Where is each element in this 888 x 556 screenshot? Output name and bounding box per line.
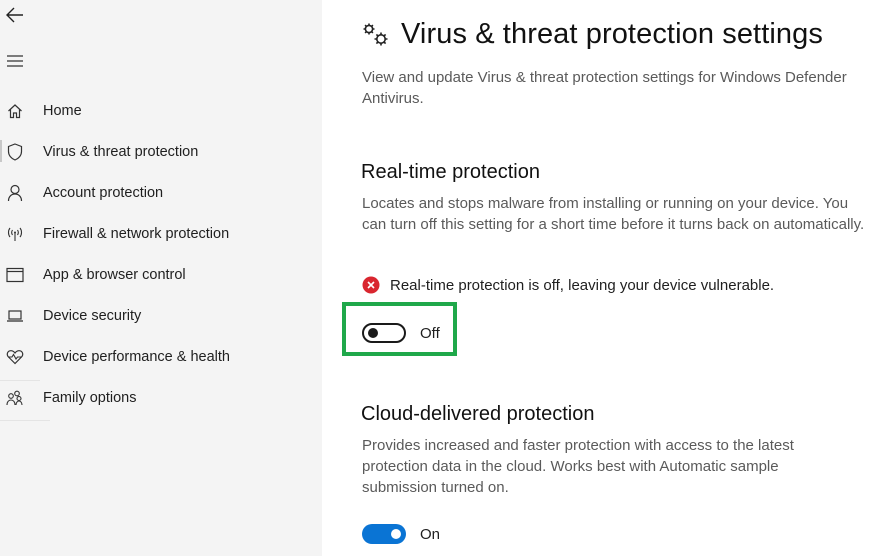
sidebar-item-label: Account protection bbox=[43, 184, 164, 201]
realtime-protection-heading: Real-time protection bbox=[361, 161, 540, 183]
sidebar: Home Virus & threat protection Account p… bbox=[0, 0, 322, 556]
sidebar-item-label: Family options bbox=[43, 389, 137, 406]
toggle-state-label: On bbox=[420, 525, 441, 543]
realtime-warning: Real-time protection is off, leaving you… bbox=[362, 276, 774, 294]
sidebar-item-label: Home bbox=[43, 102, 82, 119]
family-icon bbox=[5, 388, 25, 408]
gears-icon bbox=[363, 23, 388, 45]
page-description: View and update Virus & threat protectio… bbox=[362, 69, 847, 107]
sidebar-item-label: Device performance & health bbox=[43, 348, 230, 365]
toggle-switch-on[interactable] bbox=[362, 524, 406, 544]
sidebar-item-account-protection[interactable]: Account protection bbox=[0, 172, 322, 213]
sidebar-item-label: Virus & threat protection bbox=[43, 143, 199, 160]
sidebar-item-home[interactable]: Home bbox=[0, 90, 322, 131]
sidebar-item-family-options[interactable]: Family options bbox=[0, 377, 322, 418]
heart-pulse-icon bbox=[5, 347, 25, 367]
sidebar-item-device-security[interactable]: Device security bbox=[0, 295, 322, 336]
browser-window-icon bbox=[5, 265, 25, 285]
cloud-protection-description: Provides increased and faster protection… bbox=[362, 437, 794, 496]
page-title: Virus & threat protection settings bbox=[401, 18, 823, 50]
sidebar-item-device-performance-health[interactable]: Device performance & health bbox=[0, 336, 322, 377]
toggle-knob bbox=[391, 529, 401, 539]
home-icon bbox=[5, 101, 25, 121]
sidebar-item-label: Device security bbox=[43, 307, 142, 324]
sidebar-item-label: Firewall & network protection bbox=[43, 225, 230, 242]
toggle-state-label: Off bbox=[420, 324, 440, 342]
back-button[interactable] bbox=[4, 4, 26, 26]
realtime-warning-text: Real-time protection is off, leaving you… bbox=[390, 276, 775, 294]
main-content: Virus & threat protection settings View … bbox=[322, 0, 888, 556]
person-icon bbox=[5, 183, 25, 203]
sidebar-item-virus-threat-protection[interactable]: Virus & threat protection bbox=[0, 131, 322, 172]
cloud-protection-toggle[interactable]: On bbox=[362, 524, 440, 544]
sidebar-divider bbox=[0, 420, 50, 421]
realtime-protection-toggle[interactable]: Off bbox=[362, 323, 440, 343]
sidebar-item-label: App & browser control bbox=[43, 266, 186, 283]
realtime-protection-description: Locates and stops malware from installin… bbox=[362, 195, 865, 233]
toggle-knob bbox=[368, 328, 378, 338]
sidebar-item-app-browser-control[interactable]: App & browser control bbox=[0, 254, 322, 295]
shield-icon bbox=[5, 142, 25, 162]
antenna-icon bbox=[5, 224, 25, 244]
hamburger-menu-button[interactable] bbox=[4, 50, 26, 72]
sidebar-item-firewall-network[interactable]: Firewall & network protection bbox=[0, 213, 322, 254]
hamburger-icon bbox=[7, 55, 23, 67]
error-icon bbox=[362, 276, 380, 294]
toggle-switch-off[interactable] bbox=[362, 323, 406, 343]
cloud-protection-heading: Cloud-delivered protection bbox=[361, 403, 595, 425]
laptop-icon bbox=[5, 306, 25, 326]
back-arrow-icon bbox=[6, 7, 23, 23]
page-header: Virus & threat protection settings bbox=[361, 18, 823, 51]
